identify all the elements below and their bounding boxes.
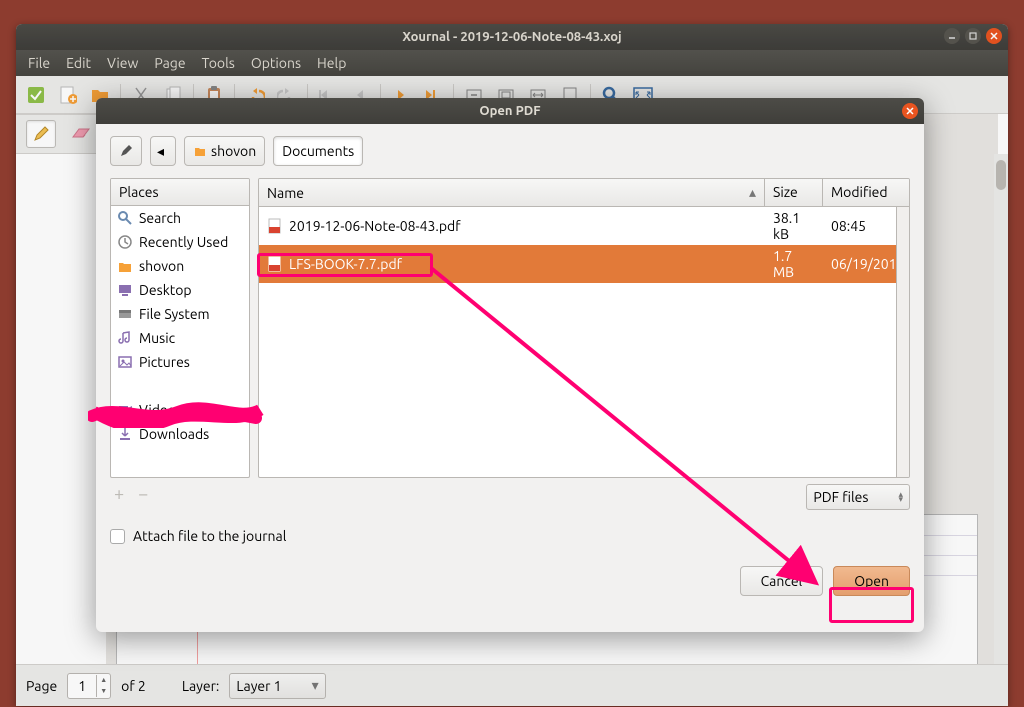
place-item[interactable]: Desktop [111, 278, 249, 302]
place-label: Downloads [139, 426, 209, 442]
open-button[interactable]: Open [833, 566, 910, 596]
place-icon [117, 258, 133, 274]
place-icon [117, 378, 133, 394]
column-modified-header[interactable]: Modified [823, 179, 909, 206]
dialog-title: Open PDF [479, 104, 540, 118]
place-icon [117, 282, 133, 298]
add-bookmark-icon[interactable]: + [114, 484, 124, 504]
file-list-header: Name▴ Size Modified [259, 179, 909, 207]
place-item[interactable]: Recently Used [111, 230, 249, 254]
place-icon [117, 354, 133, 370]
place-item[interactable]: shovon [111, 254, 249, 278]
redaction-scribble [88, 398, 268, 428]
place-icon [117, 210, 133, 226]
attach-checkbox-row[interactable]: Attach file to the journal [110, 528, 910, 544]
path-segment-current[interactable]: Documents [273, 136, 363, 166]
place-label: shovon [139, 258, 184, 274]
place-label: Recently Used [139, 234, 228, 250]
places-panel: Places Search Recently Used shovon Desktop F… [110, 178, 250, 478]
column-name-header[interactable]: Name▴ [259, 179, 765, 206]
place-label: Desktop [139, 282, 192, 298]
file-name: LFS-BOOK-7.7.pdf [289, 256, 402, 272]
file-list: Name▴ Size Modified 2019-12-06-Note-08-4… [258, 178, 910, 478]
place-item[interactable]: Pictures [111, 350, 249, 374]
path-edit-toggle[interactable] [110, 136, 142, 166]
place-label: Search [139, 210, 181, 226]
file-row[interactable]: 2019-12-06-Note-08-43.pdf38.1 kB08:45 [259, 207, 909, 245]
path-segment-home[interactable]: shovon [184, 136, 265, 166]
file-filter-label: PDF files [813, 489, 868, 505]
place-icon [117, 330, 133, 346]
file-row[interactable]: LFS-BOOK-7.7.pdf1.7 MB06/19/2015 [259, 245, 909, 283]
place-item[interactable]: Music [111, 326, 249, 350]
place-icon [117, 426, 133, 442]
column-size-header[interactable]: Size [765, 179, 823, 206]
place-label: Pictures [139, 354, 190, 370]
pdf-file-icon [267, 256, 283, 272]
file-list-scrollbar[interactable] [896, 207, 909, 477]
file-name: 2019-12-06-Note-08-43.pdf [289, 218, 461, 234]
places-header: Places [111, 179, 249, 206]
pdf-file-icon [267, 218, 283, 234]
path-back-button[interactable]: ◂ [150, 136, 176, 166]
place-icon [117, 234, 133, 250]
attach-label: Attach file to the journal [133, 528, 286, 544]
file-size: 38.1 kB [765, 207, 823, 245]
attach-checkbox[interactable] [110, 529, 125, 544]
place-item[interactable]: File System [111, 302, 249, 326]
place-item[interactable] [111, 374, 249, 398]
cancel-button[interactable]: Cancel [740, 566, 824, 596]
place-label: Music [139, 330, 175, 346]
path-bar: ◂ shovon Documents [110, 136, 910, 166]
remove-bookmark-icon[interactable]: − [138, 484, 148, 504]
file-filter-combo[interactable]: PDF files ▴▾ [806, 484, 910, 510]
file-size: 1.7 MB [765, 245, 823, 283]
place-icon [117, 306, 133, 322]
place-label: File System [139, 306, 210, 322]
place-item[interactable]: Search [111, 206, 249, 230]
open-pdf-dialog: Open PDF ◂ shovon Documents Places Searc… [96, 98, 924, 632]
dialog-close-button[interactable] [902, 103, 918, 119]
dialog-titlebar: Open PDF [96, 98, 924, 124]
